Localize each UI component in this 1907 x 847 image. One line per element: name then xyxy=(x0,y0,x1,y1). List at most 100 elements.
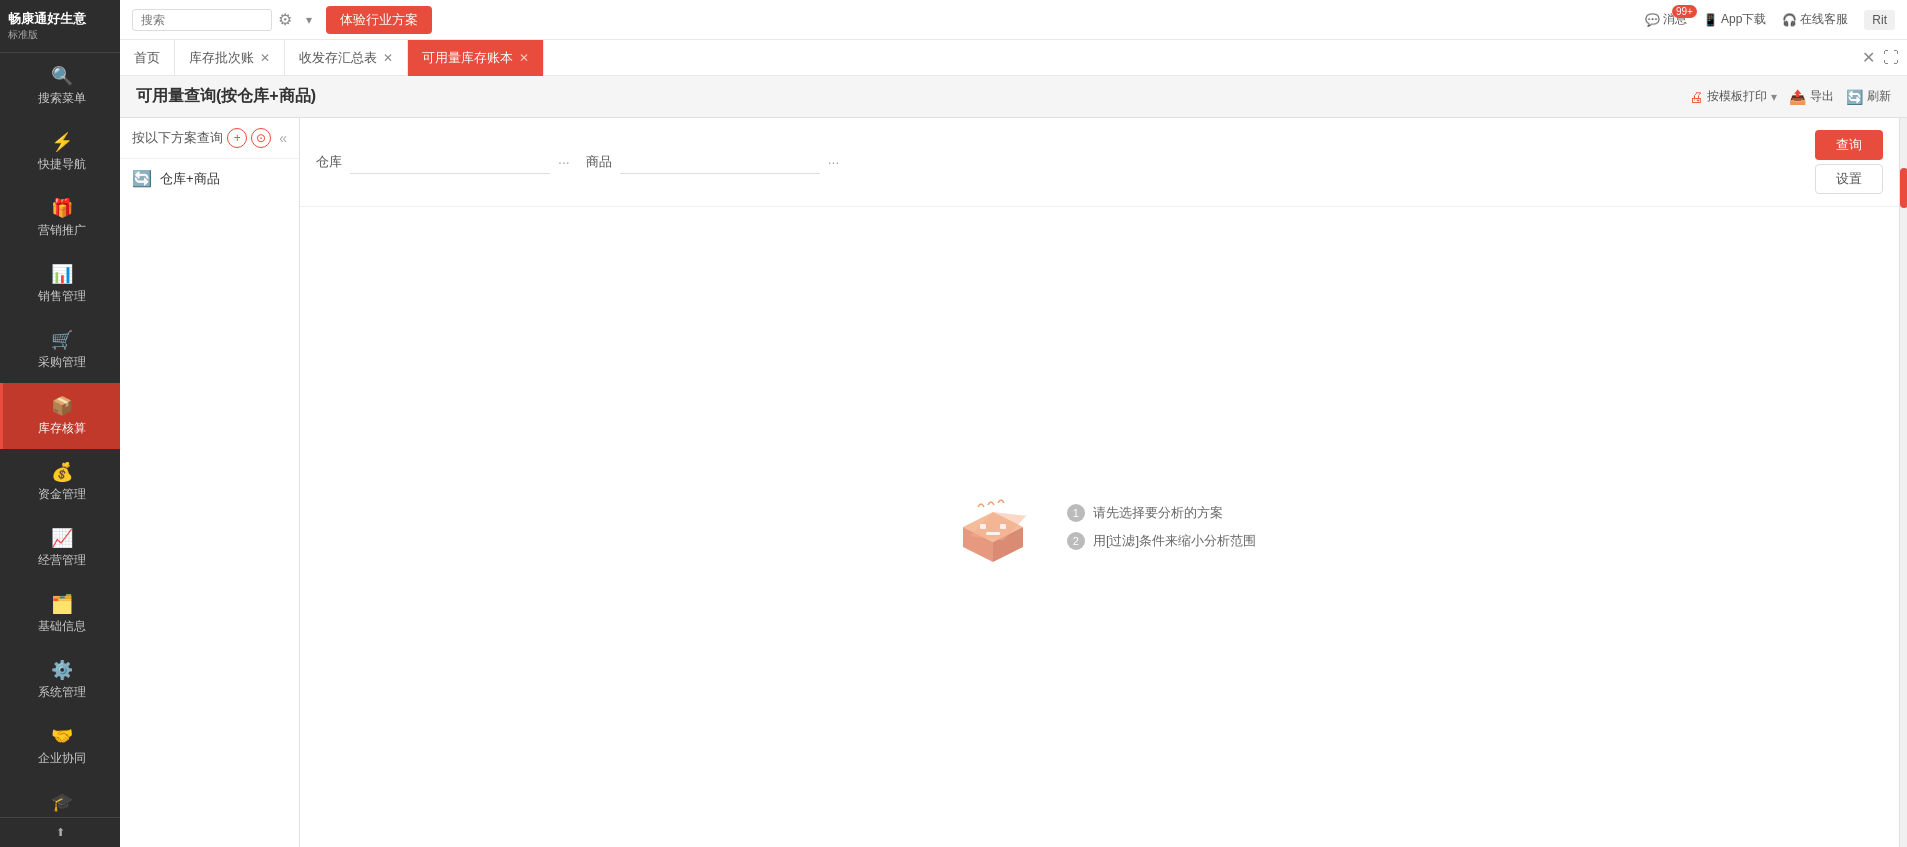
collapse-filter-icon[interactable]: « xyxy=(279,130,287,146)
headset-icon: 🎧 xyxy=(1782,13,1797,27)
sidebar-item-label: 基础信息 xyxy=(38,618,86,635)
filter-item-icon: 🔄 xyxy=(132,169,152,188)
brand-logo: 畅康通好生意 标准版 xyxy=(0,0,120,53)
filter-item-label: 仓库+商品 xyxy=(160,170,220,188)
settings-icon[interactable]: ⚙ xyxy=(278,10,292,29)
sidebar-item-label: 企业协同 xyxy=(38,750,86,767)
sidebar-item-inventory[interactable]: 📦 库存核算 xyxy=(0,383,120,449)
hint-num-1: 1 xyxy=(1067,504,1085,522)
product-input[interactable] xyxy=(620,150,820,174)
sidebar-item-search[interactable]: 🔍 搜索菜单 xyxy=(0,53,120,119)
mobile-icon: 📱 xyxy=(1703,13,1718,27)
gear-icon: ⚙️ xyxy=(51,659,73,681)
customer-service-label: 在线客服 xyxy=(1800,11,1848,28)
query-panel: 仓库 ··· 商品 ··· 查询 设置 xyxy=(300,118,1899,847)
warehouse-input[interactable] xyxy=(350,150,550,174)
filter-item-warehouse-product[interactable]: 🔄 仓库+商品 xyxy=(120,159,299,198)
sidebar-item-operations[interactable]: 📈 经营管理 xyxy=(0,515,120,581)
print-label: 按模板打印 xyxy=(1707,88,1767,105)
print-button[interactable]: 🖨 按模板打印 ▾ xyxy=(1689,88,1777,105)
query-fields-row: 仓库 ··· 商品 ··· 查询 设置 xyxy=(300,118,1899,207)
export-icon: 📤 xyxy=(1789,89,1806,105)
sidebar-item-base-info[interactable]: 🗂️ 基础信息 xyxy=(0,581,120,647)
trend-icon: 📈 xyxy=(51,527,73,549)
empty-hints: 1 请先选择要分析的方案 2 用[过滤]条件来缩小分析范围 xyxy=(1067,504,1256,550)
tab-inventory-summary[interactable]: 收发存汇总表 ✕ xyxy=(285,40,408,76)
chart-icon: 📊 xyxy=(51,263,73,285)
sidebar-item-sales[interactable]: 📊 销售管理 xyxy=(0,251,120,317)
sidebar-item-label: 快捷导航 xyxy=(38,156,86,173)
refresh-icon: 🔄 xyxy=(1846,89,1863,105)
tabs-actions: ✕ ⛶ xyxy=(1862,48,1907,67)
folder-icon: 🗂️ xyxy=(51,593,73,615)
topbar-right-area: 💬 消息 99+ 📱 App下载 🎧 在线客服 Rit xyxy=(1645,10,1895,30)
app-download-label: App下载 xyxy=(1721,11,1766,28)
content-area: 按以下方案查询 + ⊙ « 🔄 仓库+商品 仓库 ··· xyxy=(120,118,1907,847)
add-filter-button[interactable]: + xyxy=(227,128,247,148)
sidebar-item-system[interactable]: ⚙️ 系统管理 xyxy=(0,647,120,713)
dropdown-arrow-icon[interactable]: ▾ xyxy=(306,13,312,27)
sidebar-item-label: 营销推广 xyxy=(38,222,86,239)
tabs-bar: 首页 库存批次账 ✕ 收发存汇总表 ✕ 可用量库存账本 ✕ ✕ ⛶ xyxy=(120,40,1907,76)
graduation-icon: 🎓 xyxy=(51,791,73,813)
tab-available-inventory-close[interactable]: ✕ xyxy=(519,51,529,65)
sidebar-item-label: 经营管理 xyxy=(38,552,86,569)
filter-panel: 按以下方案查询 + ⊙ « 🔄 仓库+商品 xyxy=(120,118,300,847)
hint-item-2: 2 用[过滤]条件来缩小分析范围 xyxy=(1067,532,1256,550)
svg-rect-5 xyxy=(1000,524,1006,529)
message-button[interactable]: 💬 消息 99+ xyxy=(1645,11,1687,28)
tab-home[interactable]: 首页 xyxy=(120,40,175,76)
query-button[interactable]: 查询 xyxy=(1815,130,1883,160)
warehouse-more-icon[interactable]: ··· xyxy=(558,154,570,170)
export-button[interactable]: 📤 导出 xyxy=(1789,88,1834,105)
print-chevron-icon[interactable]: ▾ xyxy=(1771,90,1777,104)
filter-header: 按以下方案查询 + ⊙ « xyxy=(120,118,299,159)
sidebar: 畅康通好生意 标准版 🔍 搜索菜单 ⚡ 快捷导航 🎁 营销推广 📊 销售管理 🛒… xyxy=(0,0,120,847)
sidebar-item-enterprise[interactable]: 🤝 企业协同 xyxy=(0,713,120,779)
tab-inventory-batch-label: 库存批次账 xyxy=(189,49,254,67)
sidebar-item-newuser[interactable]: 🎓 新手引导 xyxy=(0,779,120,817)
main-content: ⚙ ▾ 体验行业方案 💬 消息 99+ 📱 App下载 🎧 在线客服 Rit xyxy=(120,0,1907,847)
expand-icon[interactable]: ⛶ xyxy=(1883,49,1899,67)
sidebar-item-marketing[interactable]: 🎁 营销推广 xyxy=(0,185,120,251)
close-tab-icon[interactable]: ✕ xyxy=(1862,48,1875,67)
tab-available-inventory[interactable]: 可用量库存账本 ✕ xyxy=(408,40,544,76)
svg-rect-6 xyxy=(986,532,1000,535)
gift-icon: 🎁 xyxy=(51,197,73,219)
tab-inventory-summary-close[interactable]: ✕ xyxy=(383,51,393,65)
setting-button[interactable]: 设置 xyxy=(1815,164,1883,194)
sidebar-item-label: 库存核算 xyxy=(38,420,86,437)
sidebar-item-finance[interactable]: 💰 资金管理 xyxy=(0,449,120,515)
product-field: 商品 ··· xyxy=(586,150,840,174)
cart-icon: 🛒 xyxy=(51,329,73,351)
svg-rect-4 xyxy=(980,524,986,529)
inventory-icon: 📦 xyxy=(51,395,73,417)
topbar: ⚙ ▾ 体验行业方案 💬 消息 99+ 📱 App下载 🎧 在线客服 Rit xyxy=(120,0,1907,40)
hint-item-1: 1 请先选择要分析的方案 xyxy=(1067,504,1256,522)
page-title: 可用量查询(按仓库+商品) xyxy=(136,86,316,107)
scrollbar-thumb[interactable] xyxy=(1900,168,1907,208)
tab-home-label: 首页 xyxy=(134,49,160,67)
message-badge: 99+ xyxy=(1672,5,1697,18)
product-more-icon[interactable]: ··· xyxy=(828,154,840,170)
sidebar-bottom[interactable]: ⬆ xyxy=(0,817,120,847)
refresh-button[interactable]: 🔄 刷新 xyxy=(1846,88,1891,105)
sidebar-item-purchase[interactable]: 🛒 采购管理 xyxy=(0,317,120,383)
industry-solution-button[interactable]: 体验行业方案 xyxy=(326,6,432,34)
page-header-actions: 🖨 按模板打印 ▾ 📤 导出 🔄 刷新 xyxy=(1689,88,1891,105)
warehouse-field: 仓库 ··· xyxy=(316,150,570,174)
customer-service-button[interactable]: 🎧 在线客服 xyxy=(1782,11,1848,28)
brand-sub: 标准版 xyxy=(8,28,112,42)
topbar-search-area: ⚙ ▾ 体验行业方案 xyxy=(132,6,432,34)
tab-inventory-batch-close[interactable]: ✕ xyxy=(260,51,270,65)
tab-inventory-summary-label: 收发存汇总表 xyxy=(299,49,377,67)
collapse-icon: ⬆ xyxy=(56,826,65,839)
page-header: 可用量查询(按仓库+商品) 🖨 按模板打印 ▾ 📤 导出 🔄 刷新 xyxy=(120,76,1907,118)
tab-inventory-batch[interactable]: 库存批次账 ✕ xyxy=(175,40,285,76)
sidebar-item-quicknav[interactable]: ⚡ 快捷导航 xyxy=(0,119,120,185)
hint-text-1: 请先选择要分析的方案 xyxy=(1093,504,1223,522)
app-download-button[interactable]: 📱 App下载 xyxy=(1703,11,1766,28)
filter-settings-button[interactable]: ⊙ xyxy=(251,128,271,148)
search-input[interactable] xyxy=(132,9,272,31)
user-info-area[interactable]: Rit xyxy=(1864,10,1895,30)
